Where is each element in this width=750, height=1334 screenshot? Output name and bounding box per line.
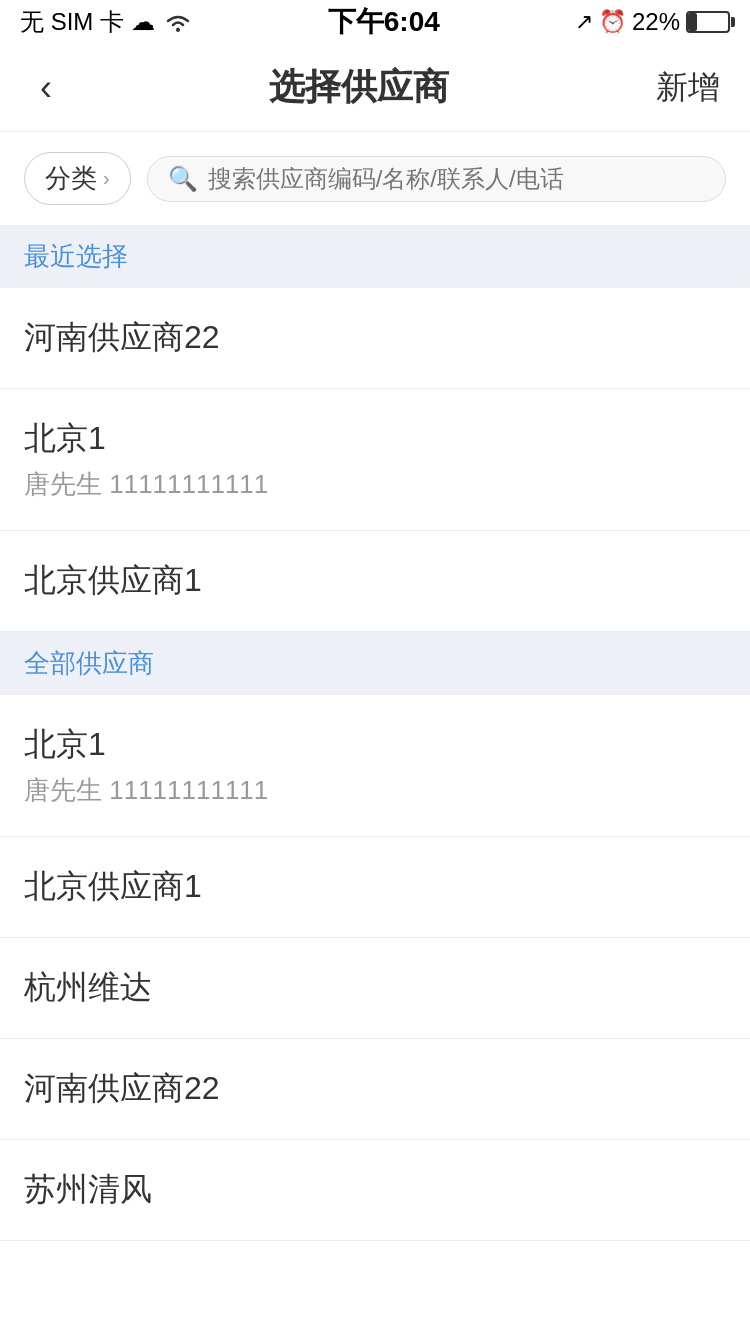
back-button[interactable]: ‹: [30, 57, 62, 119]
item-name: 北京供应商1: [24, 559, 726, 603]
item-name: 河南供应商22: [24, 1067, 726, 1111]
search-box: 🔍: [147, 156, 726, 202]
item-name: 苏州清风: [24, 1168, 726, 1212]
battery-icon: [686, 11, 730, 33]
sim-label: 无 SIM 卡 ☁: [20, 6, 155, 38]
item-sub: 唐先生 11111111111: [24, 467, 726, 502]
location-icon: ↗: [575, 9, 593, 35]
chevron-right-icon: ›: [103, 167, 110, 190]
status-left: 无 SIM 卡 ☁: [20, 6, 193, 38]
battery-percent: 22%: [632, 8, 680, 36]
category-label: 分类: [45, 161, 97, 196]
page-title: 选择供应商: [269, 63, 449, 112]
item-name: 北京1: [24, 723, 726, 767]
item-name: 杭州维达: [24, 966, 726, 1010]
svg-point-0: [176, 28, 180, 32]
item-name: 河南供应商22: [24, 316, 726, 360]
nav-bar: ‹ 选择供应商 新增: [0, 44, 750, 132]
wifi-icon: [163, 11, 193, 33]
list-item[interactable]: 河南供应商22: [0, 288, 750, 389]
status-right: ↗ ⏰ 22%: [575, 8, 730, 36]
item-sub: 唐先生 11111111111: [24, 773, 726, 808]
all-list: 北京1 唐先生 11111111111 北京供应商1 杭州维达河南供应商22 苏州清风: [0, 695, 750, 1241]
list-item[interactable]: 北京供应商1: [0, 531, 750, 632]
item-name: 北京供应商1: [24, 865, 726, 909]
list-item[interactable]: 北京1 唐先生 11111111111: [0, 695, 750, 837]
category-button[interactable]: 分类 ›: [24, 152, 131, 205]
list-item[interactable]: 杭州维达: [0, 938, 750, 1039]
all-section-header: 全部供应商: [0, 632, 750, 695]
search-icon: 🔍: [168, 165, 198, 193]
list-item[interactable]: 北京供应商1: [0, 837, 750, 938]
list-item[interactable]: 苏州清风: [0, 1140, 750, 1241]
recent-list: 河南供应商22 北京1 唐先生 11111111111 北京供应商1: [0, 288, 750, 632]
add-button[interactable]: 新增: [656, 66, 720, 110]
list-item[interactable]: 河南供应商22: [0, 1039, 750, 1140]
status-time: 下午6:04: [328, 3, 440, 41]
item-name: 北京1: [24, 417, 726, 461]
filter-bar: 分类 › 🔍: [0, 132, 750, 225]
recent-section-header: 最近选择: [0, 225, 750, 288]
list-item[interactable]: 北京1 唐先生 11111111111: [0, 389, 750, 531]
search-input[interactable]: [208, 165, 705, 193]
alarm-icon: ⏰: [599, 9, 626, 35]
status-bar: 无 SIM 卡 ☁ 下午6:04 ↗ ⏰ 22%: [0, 0, 750, 44]
